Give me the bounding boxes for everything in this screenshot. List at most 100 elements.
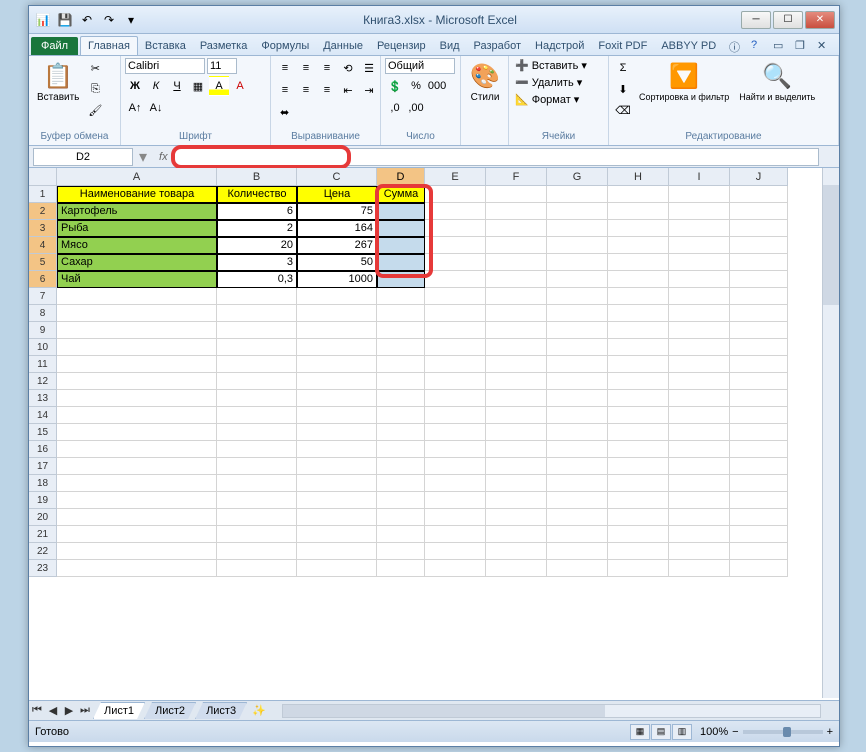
cell-G2[interactable] — [547, 203, 608, 220]
cell-J10[interactable] — [730, 339, 788, 356]
zoom-slider[interactable] — [743, 730, 823, 734]
zoom-in-icon[interactable]: + — [827, 726, 833, 738]
cell-A23[interactable] — [57, 560, 217, 577]
cell-C11[interactable] — [297, 356, 377, 373]
cell-G10[interactable] — [547, 339, 608, 356]
cell-F1[interactable] — [486, 186, 547, 203]
cell-F6[interactable] — [486, 271, 547, 288]
cell-A2[interactable]: Картофель — [57, 203, 217, 220]
cell-D5[interactable] — [377, 254, 425, 271]
maximize-button[interactable]: ☐ — [773, 11, 803, 29]
cell-E18[interactable] — [425, 475, 486, 492]
cell-I13[interactable] — [669, 390, 730, 407]
tab-nav-prev-icon[interactable]: ◀ — [45, 704, 61, 717]
cell-D16[interactable] — [377, 441, 425, 458]
clear-icon[interactable]: ⌫ — [613, 100, 633, 120]
fill-icon[interactable]: ⬇ — [613, 79, 633, 99]
cell-B15[interactable] — [217, 424, 297, 441]
cell-I10[interactable] — [669, 339, 730, 356]
cell-C13[interactable] — [297, 390, 377, 407]
cell-D23[interactable] — [377, 560, 425, 577]
tab-data[interactable]: Данные — [316, 37, 370, 55]
cell-J15[interactable] — [730, 424, 788, 441]
fill-color-button[interactable]: A — [209, 76, 229, 96]
cell-C9[interactable] — [297, 322, 377, 339]
merge-cells-icon[interactable]: ⬌ — [275, 102, 294, 122]
indent-inc-icon[interactable]: ⇥ — [359, 80, 379, 100]
border-button[interactable]: ▦ — [188, 76, 208, 96]
cell-D18[interactable] — [377, 475, 425, 492]
cell-J17[interactable] — [730, 458, 788, 475]
cell-J23[interactable] — [730, 560, 788, 577]
window-min-icon[interactable]: ▭ — [773, 39, 789, 55]
cell-F19[interactable] — [486, 492, 547, 509]
cell-C19[interactable] — [297, 492, 377, 509]
cell-I8[interactable] — [669, 305, 730, 322]
cell-E8[interactable] — [425, 305, 486, 322]
cell-A12[interactable] — [57, 373, 217, 390]
cell-B6[interactable]: 0,3 — [217, 271, 297, 288]
cell-A13[interactable] — [57, 390, 217, 407]
cell-E22[interactable] — [425, 543, 486, 560]
cell-B8[interactable] — [217, 305, 297, 322]
cell-C12[interactable] — [297, 373, 377, 390]
cell-F3[interactable] — [486, 220, 547, 237]
cell-I11[interactable] — [669, 356, 730, 373]
view-page-layout-icon[interactable]: ▤ — [651, 724, 671, 740]
cell-E16[interactable] — [425, 441, 486, 458]
cell-F21[interactable] — [486, 526, 547, 543]
row-header-19[interactable]: 19 — [29, 492, 57, 509]
cell-E19[interactable] — [425, 492, 486, 509]
cell-J1[interactable] — [730, 186, 788, 203]
tab-addins[interactable]: Надстрой — [528, 37, 591, 55]
cell-E2[interactable] — [425, 203, 486, 220]
cell-E20[interactable] — [425, 509, 486, 526]
row-header-17[interactable]: 17 — [29, 458, 57, 475]
column-header-D[interactable]: D — [377, 168, 425, 186]
cell-B13[interactable] — [217, 390, 297, 407]
cell-H13[interactable] — [608, 390, 669, 407]
tab-developer[interactable]: Разработ — [467, 37, 528, 55]
cell-J22[interactable] — [730, 543, 788, 560]
cell-C16[interactable] — [297, 441, 377, 458]
cell-G20[interactable] — [547, 509, 608, 526]
paste-button[interactable]: 📋 Вставить — [33, 58, 83, 105]
grow-font-icon[interactable]: A↑ — [125, 98, 145, 118]
cell-E5[interactable] — [425, 254, 486, 271]
cell-F9[interactable] — [486, 322, 547, 339]
cell-A18[interactable] — [57, 475, 217, 492]
cell-D6[interactable] — [377, 271, 425, 288]
cell-J14[interactable] — [730, 407, 788, 424]
cell-F17[interactable] — [486, 458, 547, 475]
cell-H21[interactable] — [608, 526, 669, 543]
cell-D8[interactable] — [377, 305, 425, 322]
cell-H17[interactable] — [608, 458, 669, 475]
cell-G18[interactable] — [547, 475, 608, 492]
cell-I6[interactable] — [669, 271, 730, 288]
cell-G6[interactable] — [547, 271, 608, 288]
row-header-6[interactable]: 6 — [29, 271, 57, 288]
column-header-J[interactable]: J — [730, 168, 788, 186]
row-header-10[interactable]: 10 — [29, 339, 57, 356]
cell-J19[interactable] — [730, 492, 788, 509]
font-color-button[interactable]: A — [230, 76, 250, 96]
cell-A17[interactable] — [57, 458, 217, 475]
cell-E21[interactable] — [425, 526, 486, 543]
cell-F13[interactable] — [486, 390, 547, 407]
cell-I15[interactable] — [669, 424, 730, 441]
cell-I22[interactable] — [669, 543, 730, 560]
cell-F15[interactable] — [486, 424, 547, 441]
increase-decimal-icon[interactable]: ,0 — [385, 98, 405, 118]
tab-formulas[interactable]: Формулы — [254, 37, 316, 55]
cell-I19[interactable] — [669, 492, 730, 509]
column-header-H[interactable]: H — [608, 168, 669, 186]
cell-C1[interactable]: Цена — [297, 186, 377, 203]
cell-H22[interactable] — [608, 543, 669, 560]
insert-cells-button[interactable]: ➕ Вставить ▾ — [513, 58, 589, 73]
cell-C2[interactable]: 75 — [297, 203, 377, 220]
cell-H6[interactable] — [608, 271, 669, 288]
cell-C20[interactable] — [297, 509, 377, 526]
cell-G15[interactable] — [547, 424, 608, 441]
cell-H16[interactable] — [608, 441, 669, 458]
sheet-tab-2[interactable]: Лист2 — [144, 702, 196, 719]
